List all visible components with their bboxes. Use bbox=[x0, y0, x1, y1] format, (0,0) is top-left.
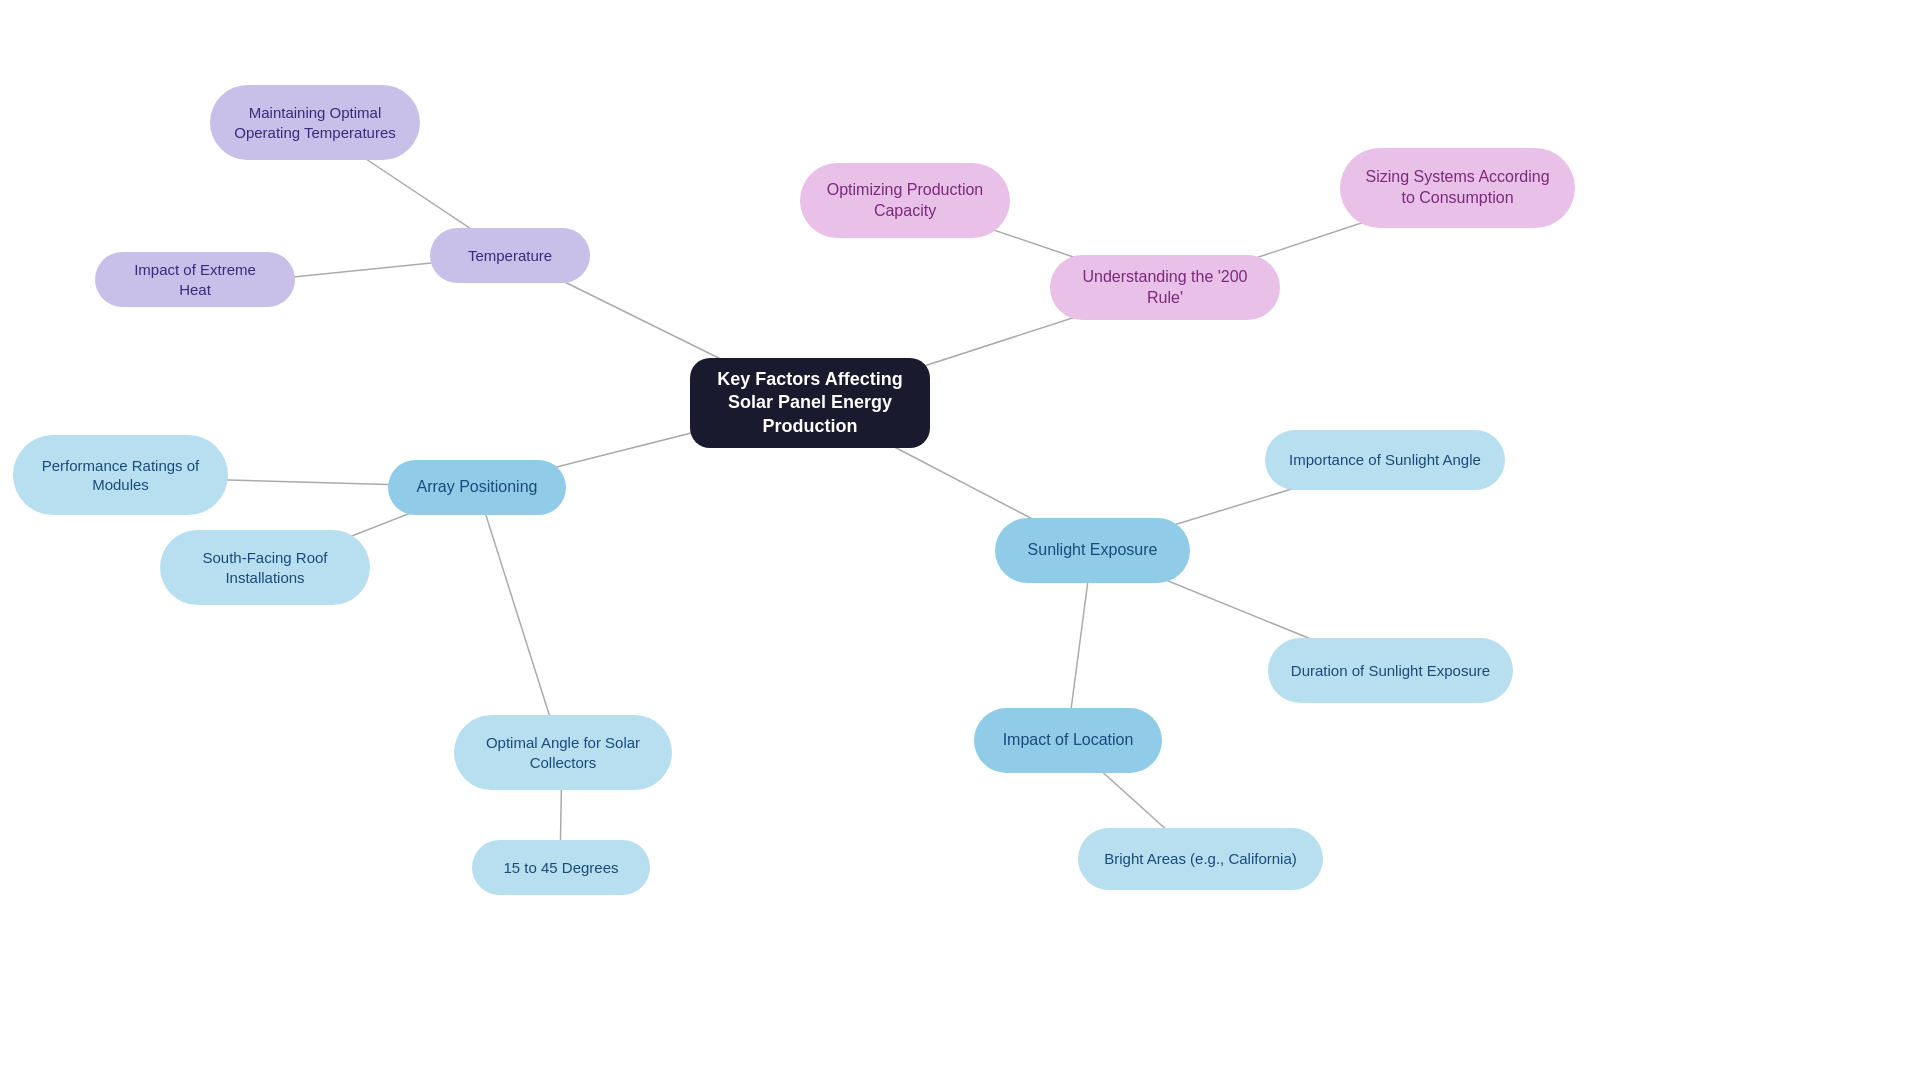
bright-areas-label: Bright Areas (e.g., California) bbox=[1104, 849, 1297, 869]
degrees-label: 15 to 45 Degrees bbox=[503, 858, 618, 878]
temperature-label: Temperature bbox=[468, 246, 552, 266]
bright-areas-node[interactable]: Bright Areas (e.g., California) bbox=[1078, 828, 1323, 890]
optimizing-label: Optimizing Production Capacity bbox=[822, 180, 988, 222]
performance-ratings-node[interactable]: Performance Ratings of Modules bbox=[13, 435, 228, 515]
impact-location-label: Impact of Location bbox=[1003, 730, 1134, 751]
degrees-node[interactable]: 15 to 45 Degrees bbox=[472, 840, 650, 895]
center-label: Key Factors Affecting Solar Panel Energy… bbox=[712, 368, 908, 438]
understanding-label: Understanding the '200 Rule' bbox=[1072, 267, 1258, 309]
impact-location-node[interactable]: Impact of Location bbox=[974, 708, 1162, 773]
importance-sunlight-node[interactable]: Importance of Sunlight Angle bbox=[1265, 430, 1505, 490]
optimal-angle-label: Optimal Angle for Solar Collectors bbox=[476, 733, 650, 772]
sunlight-exposure-label: Sunlight Exposure bbox=[1028, 540, 1158, 561]
sizing-label: Sizing Systems According to Consumption bbox=[1362, 167, 1553, 209]
south-facing-label: South-Facing Roof Installations bbox=[182, 548, 348, 587]
south-facing-node[interactable]: South-Facing Roof Installations bbox=[160, 530, 370, 605]
center-node: Key Factors Affecting Solar Panel Energy… bbox=[690, 358, 930, 448]
importance-sunlight-label: Importance of Sunlight Angle bbox=[1289, 450, 1481, 470]
maintaining-node[interactable]: Maintaining Optimal Operating Temperatur… bbox=[210, 85, 420, 160]
optimizing-node[interactable]: Optimizing Production Capacity bbox=[800, 163, 1010, 238]
extreme-heat-label: Impact of Extreme Heat bbox=[117, 260, 273, 299]
sunlight-exposure-node[interactable]: Sunlight Exposure bbox=[995, 518, 1190, 583]
understanding-node[interactable]: Understanding the '200 Rule' bbox=[1050, 255, 1280, 320]
extreme-heat-node[interactable]: Impact of Extreme Heat bbox=[95, 252, 295, 307]
optimal-angle-node[interactable]: Optimal Angle for Solar Collectors bbox=[454, 715, 672, 790]
duration-sunlight-label: Duration of Sunlight Exposure bbox=[1291, 661, 1490, 681]
duration-sunlight-node[interactable]: Duration of Sunlight Exposure bbox=[1268, 638, 1513, 703]
sizing-node[interactable]: Sizing Systems According to Consumption bbox=[1340, 148, 1575, 228]
performance-ratings-label: Performance Ratings of Modules bbox=[35, 456, 206, 495]
temperature-node[interactable]: Temperature bbox=[430, 228, 590, 283]
array-positioning-label: Array Positioning bbox=[417, 477, 538, 498]
maintaining-label: Maintaining Optimal Operating Temperatur… bbox=[232, 103, 398, 142]
array-positioning-node[interactable]: Array Positioning bbox=[388, 460, 566, 515]
